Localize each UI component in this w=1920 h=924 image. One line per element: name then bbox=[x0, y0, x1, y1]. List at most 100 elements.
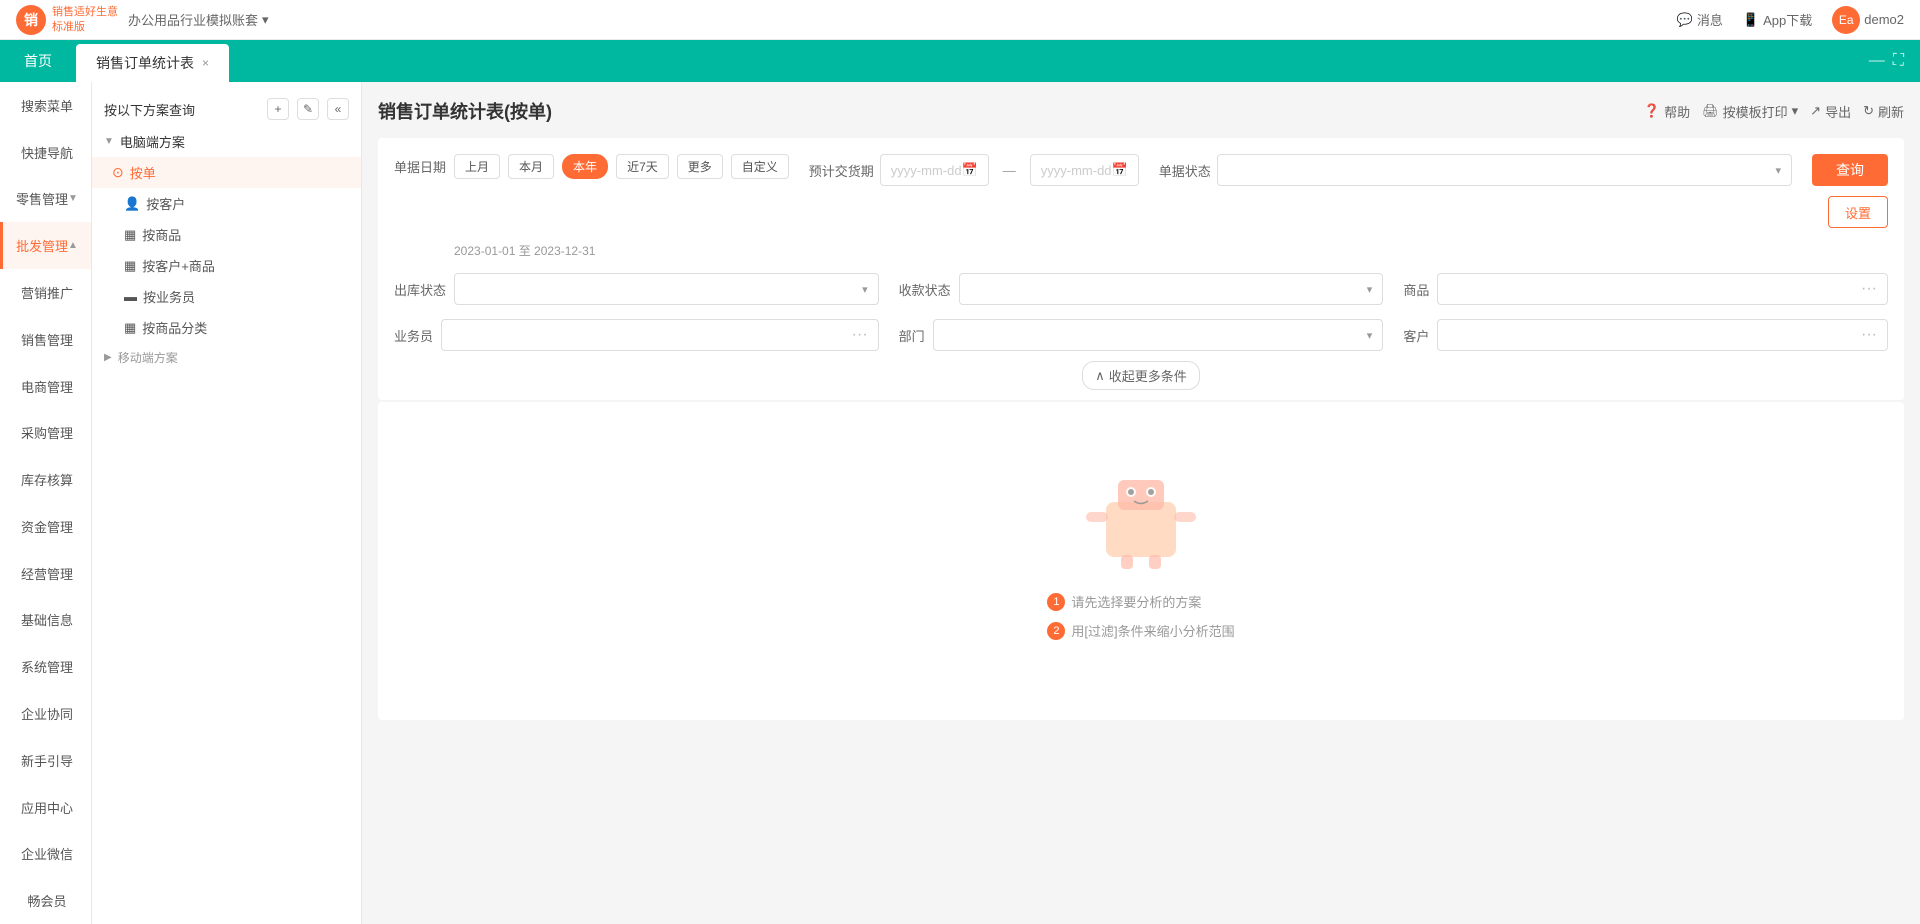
sidebar-item-enterprise[interactable]: 企业协同 bbox=[0, 690, 91, 737]
salesperson-label: 业务员 bbox=[394, 326, 433, 345]
collection-status-filter: 收款状态 ▾ bbox=[899, 273, 1384, 305]
page-actions: ❓ 帮助 🖨 按模板打印 ▾ ↗ 导出 ↻ 刷新 bbox=[1644, 102, 1904, 121]
tree-item-by-customer-goods[interactable]: ▦ 按客户+商品 bbox=[92, 250, 361, 281]
tree-item-by-goods-category[interactable]: ▦ 按商品分类 bbox=[92, 312, 361, 343]
date-separator: — bbox=[995, 163, 1024, 178]
sidebar-item-retail[interactable]: 零售管理 ▼ bbox=[0, 176, 91, 223]
sidebar-item-wechat-work[interactable]: 企业微信 bbox=[0, 831, 91, 878]
export-icon: ↗ bbox=[1810, 103, 1821, 119]
radio-icon: ⊙ bbox=[112, 164, 124, 181]
collection-status-label: 收款状态 bbox=[899, 280, 951, 299]
customer-input[interactable]: ··· bbox=[1437, 319, 1888, 351]
tree-item-by-customer[interactable]: 👤 按客户 bbox=[92, 188, 361, 219]
this-year-button[interactable]: 本年 bbox=[562, 154, 608, 179]
top-bar-right: 💬 消息 📱 App下载 Ea demo2 bbox=[1677, 6, 1904, 34]
sidebar-item-marketing[interactable]: 营销推广 bbox=[0, 269, 91, 316]
salesperson-filter: 业务员 ··· bbox=[394, 319, 879, 351]
sidebar-item-quick-nav[interactable]: 快捷导航 bbox=[0, 129, 91, 176]
out-status-label: 出库状态 bbox=[394, 280, 446, 299]
sidebar-arrow-icon: ▲ bbox=[68, 240, 78, 251]
sidebar-arrow-icon: ▼ bbox=[68, 193, 78, 204]
edit-scheme-button[interactable]: ✎ bbox=[297, 98, 319, 120]
content-area: 按以下方案查询 + ✎ « ▼ 电脑端方案 ⊙ 按单 👤 按客户 ▦ bbox=[92, 82, 1920, 924]
sidebar-item-beginner[interactable]: 新手引导 bbox=[0, 737, 91, 784]
customer-goods-icon: ▦ bbox=[124, 258, 136, 274]
empty-state-illustration bbox=[1076, 462, 1206, 572]
goods-input[interactable]: ··· bbox=[1437, 273, 1888, 305]
sidebar-item-business[interactable]: 经营管理 bbox=[0, 550, 91, 597]
last-month-button[interactable]: 上月 bbox=[454, 154, 500, 179]
window-minimize-button[interactable]: — bbox=[1869, 52, 1885, 70]
main-layout: 搜索菜单 快捷导航 零售管理 ▼ 批发管理 ▲ 营销推广 销售管理 电商管理 采… bbox=[0, 82, 1920, 924]
help-button[interactable]: ❓ 帮助 bbox=[1644, 102, 1690, 121]
refresh-button[interactable]: ↻ 刷新 bbox=[1863, 102, 1904, 121]
sidebar-item-app-center[interactable]: 应用中心 bbox=[0, 784, 91, 831]
salesperson-icon: ▬ bbox=[124, 289, 137, 304]
message-button[interactable]: 💬 消息 bbox=[1677, 10, 1723, 29]
collapse-button[interactable]: ∧ 收起更多条件 bbox=[1082, 361, 1200, 390]
tree-item-by-goods[interactable]: ▦ 按商品 bbox=[92, 219, 361, 250]
this-month-button[interactable]: 本月 bbox=[508, 154, 554, 179]
help-icon: ❓ bbox=[1644, 103, 1660, 119]
sidebar-item-search-menu[interactable]: 搜索菜单 bbox=[0, 82, 91, 129]
department-select[interactable]: ▾ bbox=[933, 319, 1384, 351]
tree-item-by-order[interactable]: ⊙ 按单 bbox=[92, 157, 361, 188]
sidebar-item-member[interactable]: 畅会员 bbox=[0, 877, 91, 924]
right-main: 销售订单统计表(按单) ❓ 帮助 🖨 按模板打印 ▾ ↗ 导出 bbox=[362, 82, 1920, 924]
last7-button[interactable]: 近7天 bbox=[616, 154, 669, 179]
tab-close-icon[interactable]: × bbox=[202, 56, 209, 70]
goods-category-icon: ▦ bbox=[124, 320, 136, 336]
refresh-icon: ↻ bbox=[1863, 103, 1874, 119]
sidebar-item-system[interactable]: 系统管理 bbox=[0, 643, 91, 690]
out-status-filter: 出库状态 ▾ bbox=[394, 273, 879, 305]
status-label: 单据状态 bbox=[1159, 161, 1211, 180]
salesperson-input[interactable]: ··· bbox=[441, 319, 879, 351]
more-options-icon[interactable]: ··· bbox=[1861, 280, 1877, 298]
print-arrow-icon: ▾ bbox=[1792, 103, 1799, 119]
custom-date-button[interactable]: 自定义 bbox=[731, 154, 789, 179]
goods-filter: 商品 ··· bbox=[1403, 273, 1888, 305]
mobile-section-arrow-icon: ▶ bbox=[104, 352, 112, 363]
filter-row-1: 单据日期 上月 本月 本年 近7天 更多 自定义 预计交货期 yyyy-mm-d… bbox=[394, 154, 1888, 228]
more-options-icon[interactable]: ··· bbox=[852, 326, 868, 344]
mobile-section[interactable]: ▶ 移动端方案 bbox=[92, 343, 361, 372]
sidebar-item-wholesale[interactable]: 批发管理 ▲ bbox=[0, 222, 91, 269]
tree-item-by-salesperson[interactable]: ▬ 按业务员 bbox=[92, 281, 361, 312]
pc-section-arrow-icon: ▼ bbox=[104, 136, 114, 147]
tab-home[interactable]: 首页 bbox=[0, 40, 76, 82]
tab-sales-order-stats[interactable]: 销售订单统计表 × bbox=[76, 44, 229, 82]
user-avatar-area[interactable]: Ea demo2 bbox=[1832, 6, 1904, 34]
left-panel-title: 按以下方案查询 bbox=[104, 100, 195, 119]
more-date-button[interactable]: 更多 bbox=[677, 154, 723, 179]
expected-date-section: 预计交货期 yyyy-mm-dd 📅 — yyyy-mm-dd 📅 bbox=[809, 154, 1139, 186]
export-button[interactable]: ↗ 导出 bbox=[1810, 102, 1851, 121]
message-icon: 💬 bbox=[1677, 12, 1693, 28]
chevron-down-icon: ▾ bbox=[862, 283, 868, 296]
settings-button[interactable]: 设置 bbox=[1828, 196, 1888, 228]
add-scheme-button[interactable]: + bbox=[267, 98, 289, 120]
expected-date-label: 预计交货期 bbox=[809, 161, 874, 180]
out-status-select[interactable]: ▾ bbox=[454, 273, 879, 305]
sidebar-item-inventory[interactable]: 库存核算 bbox=[0, 456, 91, 503]
top-bar-title[interactable]: 办公用品行业模拟账套 ▾ bbox=[128, 10, 269, 29]
sidebar-item-ecommerce[interactable]: 电商管理 bbox=[0, 363, 91, 410]
sidebar-item-basic-info[interactable]: 基础信息 bbox=[0, 597, 91, 644]
date-label: 单据日期 bbox=[394, 157, 446, 176]
sidebar-item-sales[interactable]: 销售管理 bbox=[0, 316, 91, 363]
status-select[interactable]: ▾ bbox=[1217, 154, 1792, 186]
hint-num-2: 2 bbox=[1047, 622, 1065, 640]
calendar-icon: 📅 bbox=[962, 162, 978, 178]
left-panel: 按以下方案查询 + ✎ « ▼ 电脑端方案 ⊙ 按单 👤 按客户 ▦ bbox=[92, 82, 362, 924]
status-section: 单据状态 ▾ bbox=[1159, 154, 1792, 186]
collection-status-select[interactable]: ▾ bbox=[959, 273, 1384, 305]
print-button[interactable]: 🖨 按模板打印 ▾ bbox=[1702, 102, 1798, 121]
collapse-panel-button[interactable]: « bbox=[327, 98, 349, 120]
more-options-icon[interactable]: ··· bbox=[1861, 326, 1877, 344]
query-button[interactable]: 查询 bbox=[1812, 154, 1888, 186]
expected-date-end-input[interactable]: yyyy-mm-dd 📅 bbox=[1030, 154, 1139, 186]
expected-date-start-input[interactable]: yyyy-mm-dd 📅 bbox=[880, 154, 989, 186]
sidebar-item-finance[interactable]: 资金管理 bbox=[0, 503, 91, 550]
app-download-button[interactable]: 📱 App下载 bbox=[1743, 10, 1812, 29]
sidebar-item-purchase[interactable]: 采购管理 bbox=[0, 409, 91, 456]
window-maximize-button[interactable]: ⛶ bbox=[1893, 52, 1904, 70]
